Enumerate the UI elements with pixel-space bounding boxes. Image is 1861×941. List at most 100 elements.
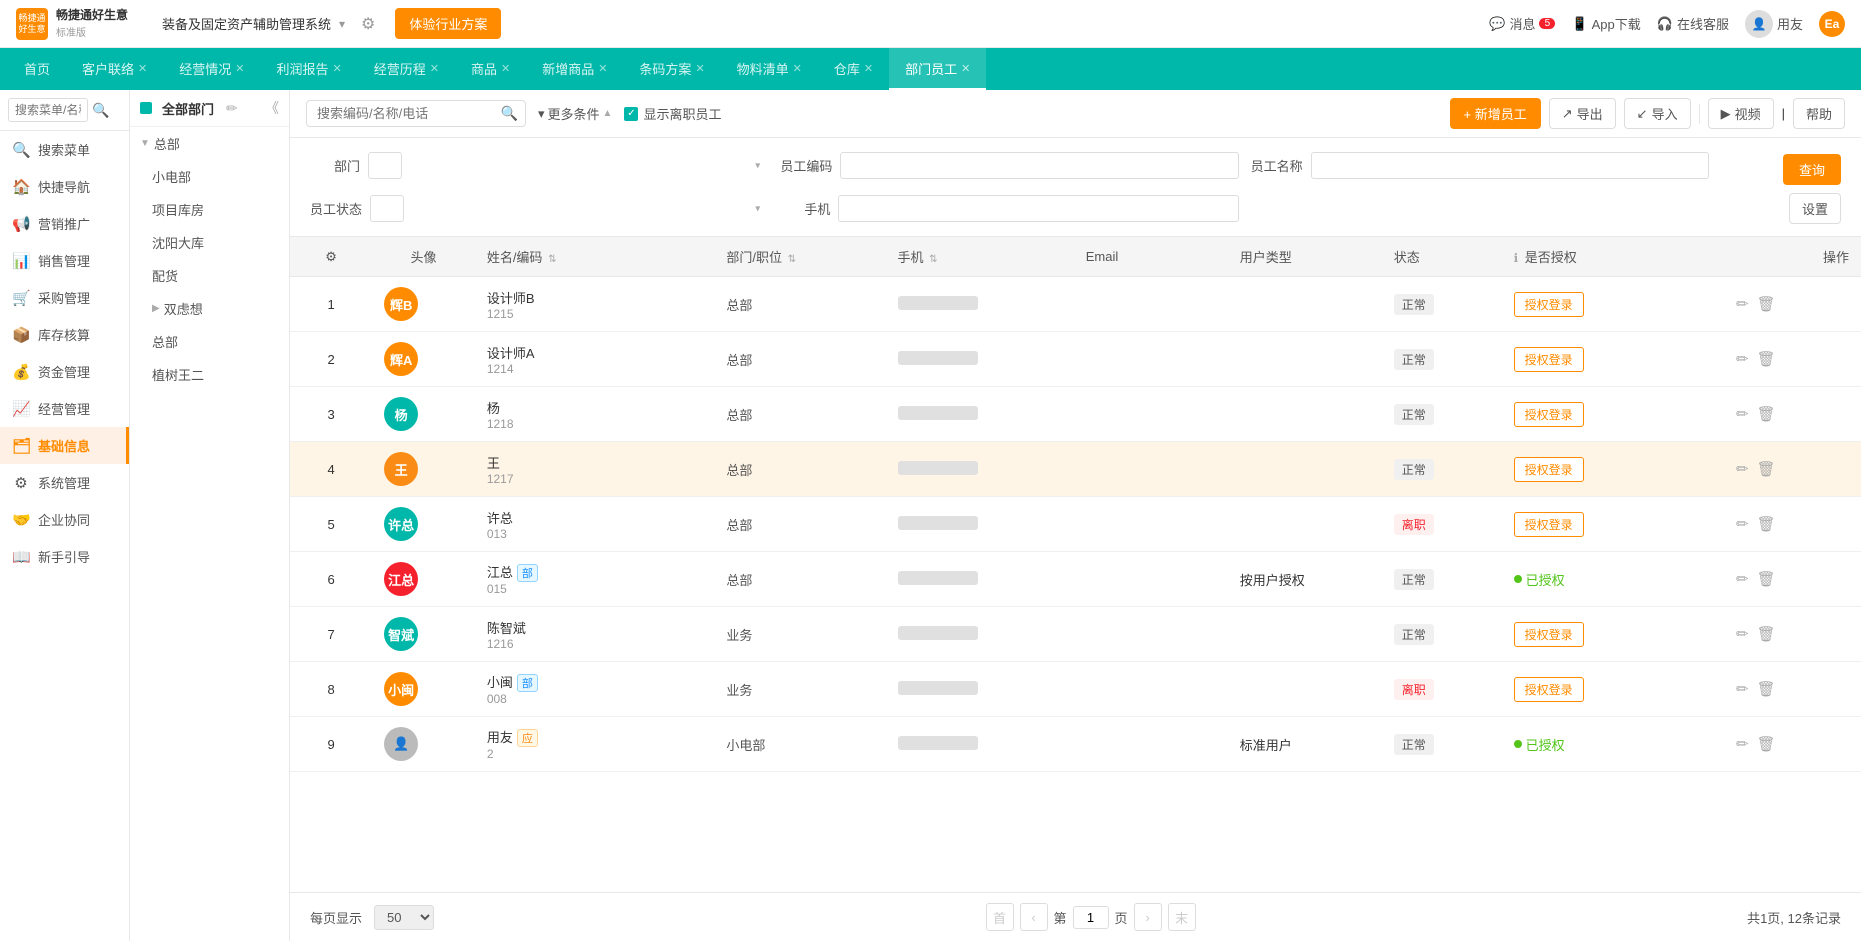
- delete-icon[interactable]: 🗑: [1757, 515, 1776, 533]
- online-service-button[interactable]: 🎧 在线客服: [1657, 14, 1729, 33]
- export-button[interactable]: ↗ 导出: [1549, 98, 1616, 129]
- emp-name-input[interactable]: [1311, 152, 1709, 179]
- close-icon[interactable]: ✕: [235, 62, 244, 75]
- col-name-header[interactable]: 姓名/编码 ⇅: [475, 237, 715, 277]
- sidebar-item-marketing[interactable]: 📢 营销推广: [0, 205, 129, 242]
- close-icon[interactable]: ✕: [430, 62, 439, 75]
- authorize-button[interactable]: 授权登录: [1514, 622, 1584, 647]
- last-page-button[interactable]: 末: [1168, 903, 1196, 931]
- first-page-button[interactable]: 首: [986, 903, 1014, 931]
- delete-icon[interactable]: 🗑: [1757, 680, 1776, 698]
- sidebar-item-search[interactable]: 🔍 搜索菜单: [0, 131, 129, 168]
- tab-add-goods[interactable]: 新增商品 ✕: [526, 48, 623, 90]
- edit-icon[interactable]: ✏: [1736, 515, 1749, 533]
- tab-profit[interactable]: 利润报告 ✕: [260, 48, 357, 90]
- import-button[interactable]: ↙ 导入: [1624, 98, 1691, 129]
- delete-icon[interactable]: 🗑: [1757, 350, 1776, 368]
- app-download-button[interactable]: 📱 App下载: [1571, 14, 1640, 33]
- sidebar-item-system[interactable]: ⚙ 系统管理: [0, 464, 129, 501]
- tree-item-general[interactable]: ▼ 总部: [130, 127, 289, 160]
- edit-icon[interactable]: ✏: [1736, 570, 1749, 588]
- delete-icon[interactable]: 🗑: [1757, 295, 1776, 313]
- close-icon[interactable]: ✕: [961, 62, 970, 75]
- trial-button[interactable]: 体验行业方案: [395, 8, 501, 39]
- tree-item-zongbu[interactable]: 总部: [130, 325, 289, 358]
- per-page-select[interactable]: 50 100: [374, 905, 434, 930]
- col-phone-header[interactable]: 手机 ⇅: [886, 237, 1074, 277]
- close-icon[interactable]: ✕: [598, 62, 607, 75]
- sidebar-item-business[interactable]: 📈 经营管理: [0, 390, 129, 427]
- tab-goods[interactable]: 商品 ✕: [455, 48, 526, 90]
- delete-icon[interactable]: 🗑: [1757, 625, 1776, 643]
- gear-icon[interactable]: ⚙: [361, 14, 375, 34]
- more-conditions-button[interactable]: ▾ 更多条件 ▲: [538, 104, 612, 123]
- all-dept-label[interactable]: 全部部门: [162, 99, 214, 118]
- tab-bom[interactable]: 物料清单 ✕: [721, 48, 818, 90]
- edit-icon[interactable]: ✏: [1736, 295, 1749, 313]
- tab-dept-employee[interactable]: 部门员工 ✕: [889, 48, 986, 90]
- tab-warehouse[interactable]: 仓库 ✕: [818, 48, 889, 90]
- emp-code-input[interactable]: [840, 152, 1238, 179]
- tree-item-zhishu[interactable]: 植树王二: [130, 358, 289, 391]
- video-button[interactable]: ▶ 视频: [1708, 98, 1774, 129]
- edit-icon[interactable]: ✏: [1736, 405, 1749, 423]
- close-icon[interactable]: ✕: [501, 62, 510, 75]
- emp-status-select[interactable]: [370, 195, 404, 222]
- tree-item-shenyang[interactable]: 沈阳大库: [130, 226, 289, 259]
- user-area[interactable]: 👤 用友: [1745, 10, 1803, 38]
- settings-icon[interactable]: ⚙: [325, 249, 337, 264]
- close-icon[interactable]: ✕: [793, 62, 802, 75]
- delete-icon[interactable]: 🗑: [1757, 735, 1776, 753]
- add-employee-button[interactable]: + 新增员工: [1450, 98, 1541, 129]
- tab-customer[interactable]: 客户联络 ✕: [66, 48, 163, 90]
- search-icon[interactable]: 🔍: [501, 105, 518, 122]
- edit-icon[interactable]: ✏: [1736, 735, 1749, 753]
- sidebar-item-sales[interactable]: 📊 销售管理: [0, 242, 129, 279]
- authorize-button[interactable]: 授权登录: [1514, 677, 1584, 702]
- delete-icon[interactable]: 🗑: [1757, 570, 1776, 588]
- authorize-button[interactable]: 授权登录: [1514, 512, 1584, 537]
- search-input[interactable]: [306, 100, 526, 127]
- dept-select[interactable]: [368, 152, 402, 179]
- dropdown-arrow-icon[interactable]: ▾: [339, 17, 345, 31]
- next-page-button[interactable]: ›: [1134, 903, 1162, 931]
- prev-page-button[interactable]: ‹: [1020, 903, 1048, 931]
- tab-history[interactable]: 经营历程 ✕: [358, 48, 455, 90]
- tab-home[interactable]: 首页: [8, 48, 66, 90]
- authorize-button[interactable]: 授权登录: [1514, 402, 1584, 427]
- col-dept-header[interactable]: 部门/职位 ⇅: [714, 237, 885, 277]
- sidebar-item-purchase[interactable]: 🛒 采购管理: [0, 279, 129, 316]
- sidebar-item-finance[interactable]: 💰 资金管理: [0, 353, 129, 390]
- help-button[interactable]: 帮助: [1793, 98, 1845, 129]
- tree-item-peihuo[interactable]: 配货: [130, 259, 289, 292]
- phone-input[interactable]: [838, 195, 1238, 222]
- tree-item-shuanglv[interactable]: ▶ 双虑想: [130, 292, 289, 325]
- edit-icon[interactable]: ✏: [1736, 350, 1749, 368]
- sidebar-search-input[interactable]: [8, 98, 88, 122]
- authorize-button[interactable]: 授权登录: [1514, 347, 1584, 372]
- authorize-button[interactable]: 授权登录: [1514, 457, 1584, 482]
- delete-icon[interactable]: 🗑: [1757, 405, 1776, 423]
- edit-icon[interactable]: ✏: [226, 100, 238, 117]
- collapse-icon[interactable]: 《: [265, 98, 279, 118]
- close-icon[interactable]: ✕: [695, 62, 704, 75]
- tree-item-small-elec[interactable]: 小电部: [130, 160, 289, 193]
- setting-button[interactable]: 设置: [1789, 193, 1841, 224]
- sidebar-item-quicknav[interactable]: 🏠 快捷导航: [0, 168, 129, 205]
- message-button[interactable]: 💬 消息 5: [1489, 14, 1555, 33]
- close-icon[interactable]: ✕: [333, 62, 342, 75]
- sidebar-item-guide[interactable]: 📖 新手引导: [0, 538, 129, 575]
- show-resigned-checkbox[interactable]: ✓ 显示离职员工: [624, 104, 721, 123]
- close-icon[interactable]: ✕: [864, 62, 873, 75]
- sidebar-item-basicinfo[interactable]: 🗂 基础信息: [0, 427, 129, 464]
- tab-operation[interactable]: 经营情况 ✕: [163, 48, 260, 90]
- edit-icon[interactable]: ✏: [1736, 625, 1749, 643]
- ea-badge[interactable]: Ea: [1819, 11, 1845, 37]
- tree-item-project[interactable]: 项目库房: [130, 193, 289, 226]
- query-button[interactable]: 查询: [1783, 154, 1841, 185]
- edit-icon[interactable]: ✏: [1736, 680, 1749, 698]
- close-icon[interactable]: ✕: [138, 62, 147, 75]
- page-number-input[interactable]: [1073, 906, 1109, 929]
- edit-icon[interactable]: ✏: [1736, 460, 1749, 478]
- delete-icon[interactable]: 🗑: [1757, 460, 1776, 478]
